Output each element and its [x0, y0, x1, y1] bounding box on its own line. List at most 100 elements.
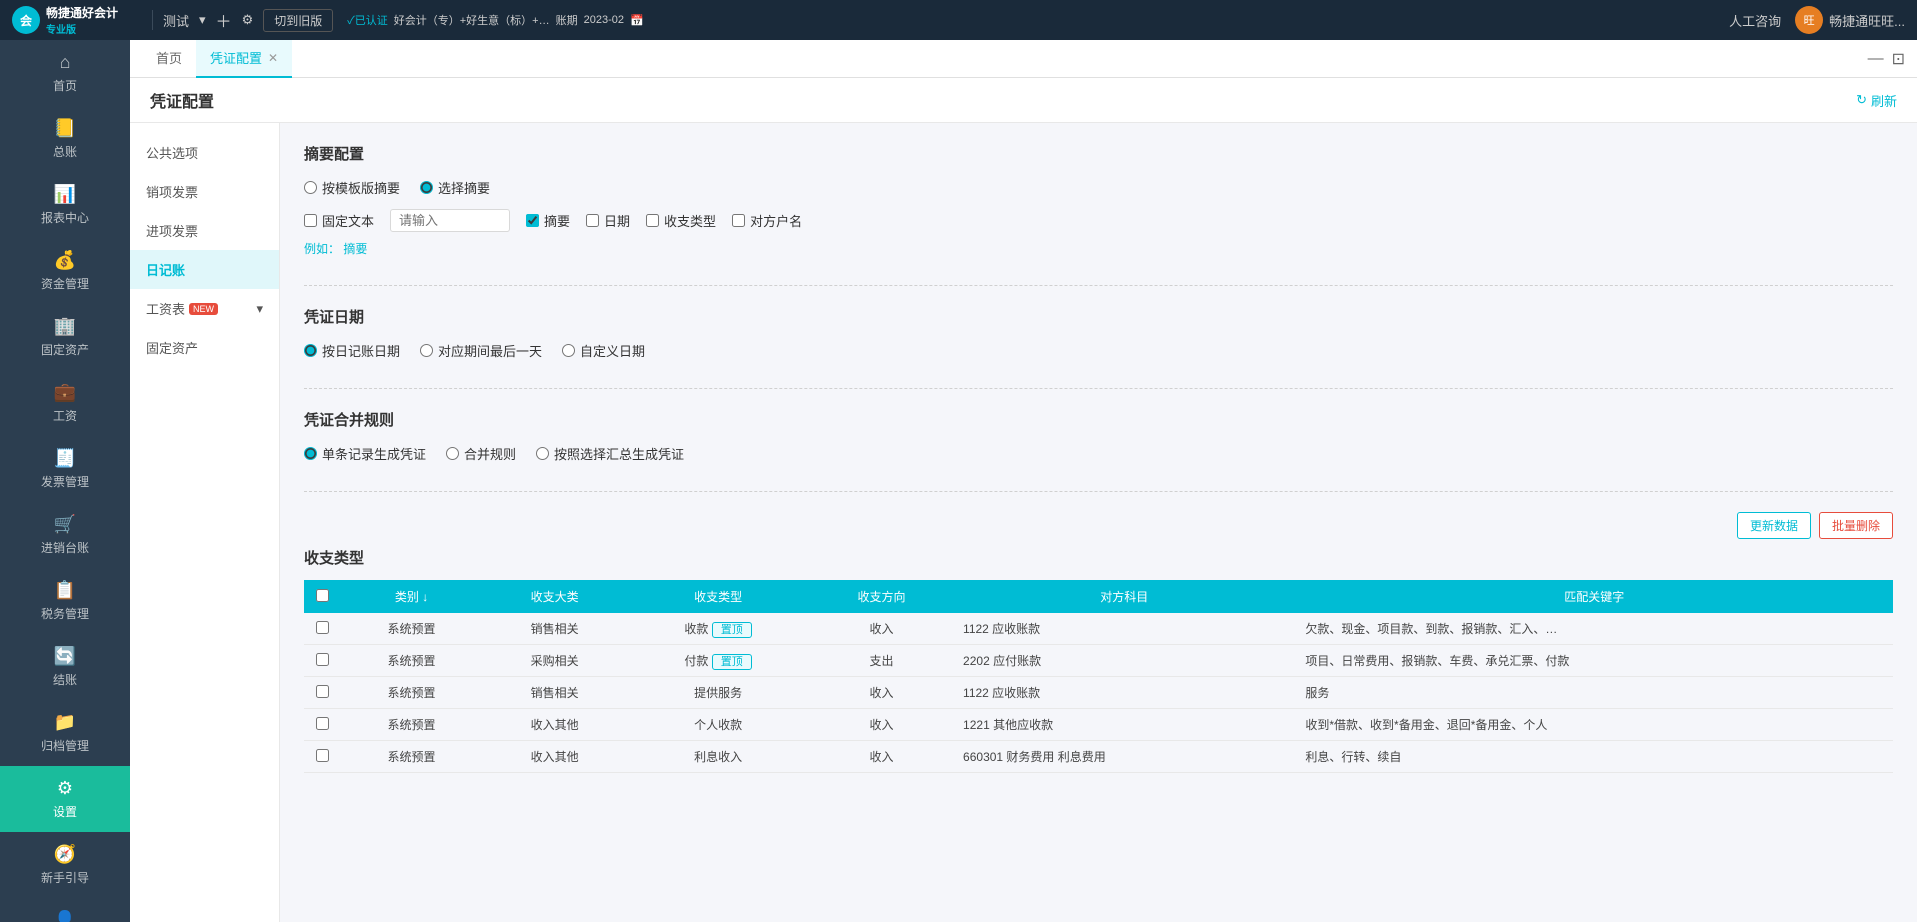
- radio-select-total-label: 按照选择汇总生成凭证: [554, 444, 684, 463]
- sidebar-item-ledger[interactable]: 📒 总账: [0, 106, 130, 172]
- row-major: 采购相关: [483, 645, 626, 677]
- row-checkbox-cell[interactable]: [304, 709, 340, 741]
- add-icon[interactable]: ＋: [216, 8, 232, 32]
- sidebar-item-member[interactable]: 👤 畅会员: [0, 898, 130, 922]
- radio-journal-date-input[interactable]: [304, 344, 317, 357]
- row-checkbox-0[interactable]: [316, 621, 329, 634]
- sidebar-item-archive[interactable]: 📁 归档管理: [0, 700, 130, 766]
- sidebar-item-home[interactable]: ⌂ 首页: [0, 40, 130, 106]
- radio-period-last[interactable]: 对应期间最后一天: [420, 341, 542, 360]
- summary-checkbox-input[interactable]: [526, 214, 539, 227]
- sidebar-item-reports[interactable]: 📊 报表中心: [0, 172, 130, 238]
- sidebar-item-settle[interactable]: 🔄 结账: [0, 634, 130, 700]
- tab-home[interactable]: 首页: [142, 40, 196, 78]
- divider-2: [304, 388, 1893, 389]
- sub-nav-purchase-invoice[interactable]: 进项发票: [130, 211, 279, 250]
- table-row: 系统预置 采购相关 付款 置顶 支出 2202 应付账款 项目、日常费用、报销款…: [304, 645, 1893, 677]
- date-checkbox[interactable]: 日期: [586, 211, 630, 230]
- sidebar-item-invoice[interactable]: 🧾 发票管理: [0, 436, 130, 502]
- fixed-text-checkbox[interactable]: [304, 214, 317, 227]
- sidebar-item-purchase[interactable]: 🛒 进销台账: [0, 502, 130, 568]
- service-label[interactable]: 人工咨询: [1729, 11, 1781, 30]
- sidebar-label-assets: 固定资产: [41, 341, 89, 358]
- tab-minimize-button[interactable]: —: [1868, 50, 1884, 68]
- home-icon: ⌂: [60, 52, 71, 73]
- radio-template[interactable]: 按模板版摘要: [304, 178, 400, 197]
- radio-journal-date[interactable]: 按日记账日期: [304, 341, 400, 360]
- date-checkbox-input[interactable]: [586, 214, 599, 227]
- sidebar-item-tax[interactable]: 📋 税务管理: [0, 568, 130, 634]
- settings-icon[interactable]: ⚙: [242, 12, 254, 28]
- sidebar-label-home: 首页: [53, 77, 77, 94]
- row-subject: 2202 应付账款: [953, 645, 1295, 677]
- sidebar-label-archive: 归档管理: [41, 737, 89, 754]
- row-checkbox-cell[interactable]: [304, 613, 340, 645]
- tab-maximize-button[interactable]: ⊡: [1892, 49, 1905, 69]
- radio-select[interactable]: 选择摘要: [420, 178, 490, 197]
- tab-voucher-config[interactable]: 凭证配置 ✕: [196, 40, 292, 78]
- voucher-date-radio-group: 按日记账日期 对应期间最后一天 自定义日期: [304, 341, 1893, 360]
- sidebar-item-assets[interactable]: 🏢 固定资产: [0, 304, 130, 370]
- col-category[interactable]: 类别 ↓: [340, 580, 483, 613]
- type-tag[interactable]: 置顶: [712, 654, 752, 670]
- user-avatar: 旺: [1795, 6, 1823, 34]
- sub-nav-public[interactable]: 公共选项: [130, 133, 279, 172]
- radio-merge-input[interactable]: [446, 447, 459, 460]
- radio-select-input[interactable]: [420, 181, 433, 194]
- income-type-checkbox-input[interactable]: [646, 214, 659, 227]
- row-subject: 1122 应收账款: [953, 677, 1295, 709]
- row-checkbox-2[interactable]: [316, 685, 329, 698]
- fixed-text-label[interactable]: 固定文本: [304, 211, 374, 230]
- row-checkbox-4[interactable]: [316, 749, 329, 762]
- sub-nav-journal[interactable]: 日记账: [130, 250, 279, 289]
- refresh-button[interactable]: ↻ 刷新: [1856, 91, 1897, 110]
- fixed-text-input[interactable]: [390, 209, 510, 232]
- counterpart-checkbox-input[interactable]: [732, 214, 745, 227]
- row-checkbox-cell[interactable]: [304, 677, 340, 709]
- batch-delete-button[interactable]: 批量删除: [1819, 512, 1893, 539]
- table-row: 系统预置 收入其他 个人收款 收入 1221 其他应收款 收到*借款、收到*备用…: [304, 709, 1893, 741]
- summary-checkbox[interactable]: 摘要: [526, 211, 570, 230]
- radio-custom-date-label: 自定义日期: [580, 341, 645, 360]
- sidebar-item-salary[interactable]: 💼 工资: [0, 370, 130, 436]
- col-major: 收支大类: [483, 580, 626, 613]
- sub-nav-payroll[interactable]: 工资表 NEW ▾: [130, 289, 279, 328]
- sidebar: ⌂ 首页 📒 总账 📊 报表中心 💰 资金管理 🏢 固定资产 💼 工资 🧾 发票…: [0, 40, 130, 922]
- select-all-checkbox[interactable]: [316, 589, 329, 602]
- radio-custom-date[interactable]: 自定义日期: [562, 341, 645, 360]
- row-keywords: 项目、日常费用、报销款、车费、承兑汇票、付款: [1295, 645, 1893, 677]
- radio-custom-date-input[interactable]: [562, 344, 575, 357]
- summary-checkbox-row: 固定文本 摘要 日期 收支类型: [304, 209, 1893, 232]
- radio-select-total[interactable]: 按照选择汇总生成凭证: [536, 444, 684, 463]
- radio-single[interactable]: 单条记录生成凭证: [304, 444, 426, 463]
- sidebar-item-guide[interactable]: 🧭 新手引导: [0, 832, 130, 898]
- radio-merge-label: 合并规则: [464, 444, 516, 463]
- calendar-icon[interactable]: 📅: [630, 14, 644, 27]
- counterpart-checkbox[interactable]: 对方户名: [732, 211, 802, 230]
- col-checkbox[interactable]: [304, 580, 340, 613]
- radio-template-input[interactable]: [304, 181, 317, 194]
- radio-single-input[interactable]: [304, 447, 317, 460]
- type-tag[interactable]: 置顶: [712, 622, 752, 638]
- row-checkbox-cell[interactable]: [304, 645, 340, 677]
- user-menu[interactable]: 旺 畅捷通旺旺...: [1795, 6, 1905, 34]
- example-value: 摘要: [343, 242, 367, 256]
- sub-nav-sales-invoice[interactable]: 销项发票: [130, 172, 279, 211]
- income-expense-section: 更新数据 批量删除 收支类型 类别 ↓ 收支大类 收支类型 收支方向: [304, 512, 1893, 773]
- row-checkbox-cell[interactable]: [304, 741, 340, 773]
- income-type-checkbox[interactable]: 收支类型: [646, 211, 716, 230]
- sub-nav-journal-label: 日记账: [146, 260, 185, 279]
- radio-select-total-input[interactable]: [536, 447, 549, 460]
- switch-version-button[interactable]: 切到旧版: [263, 9, 333, 32]
- row-checkbox-1[interactable]: [316, 653, 329, 666]
- company-dropdown-icon[interactable]: ▾: [199, 12, 206, 28]
- radio-merge[interactable]: 合并规则: [446, 444, 516, 463]
- tab-close-icon[interactable]: ✕: [268, 51, 278, 65]
- sidebar-item-funds[interactable]: 💰 资金管理: [0, 238, 130, 304]
- row-checkbox-3[interactable]: [316, 717, 329, 730]
- update-data-button[interactable]: 更新数据: [1737, 512, 1811, 539]
- row-keywords: 服务: [1295, 677, 1893, 709]
- radio-period-last-input[interactable]: [420, 344, 433, 357]
- sub-nav-fixed-assets[interactable]: 固定资产: [130, 328, 279, 367]
- sidebar-item-settings[interactable]: ⚙ 设置: [0, 766, 130, 832]
